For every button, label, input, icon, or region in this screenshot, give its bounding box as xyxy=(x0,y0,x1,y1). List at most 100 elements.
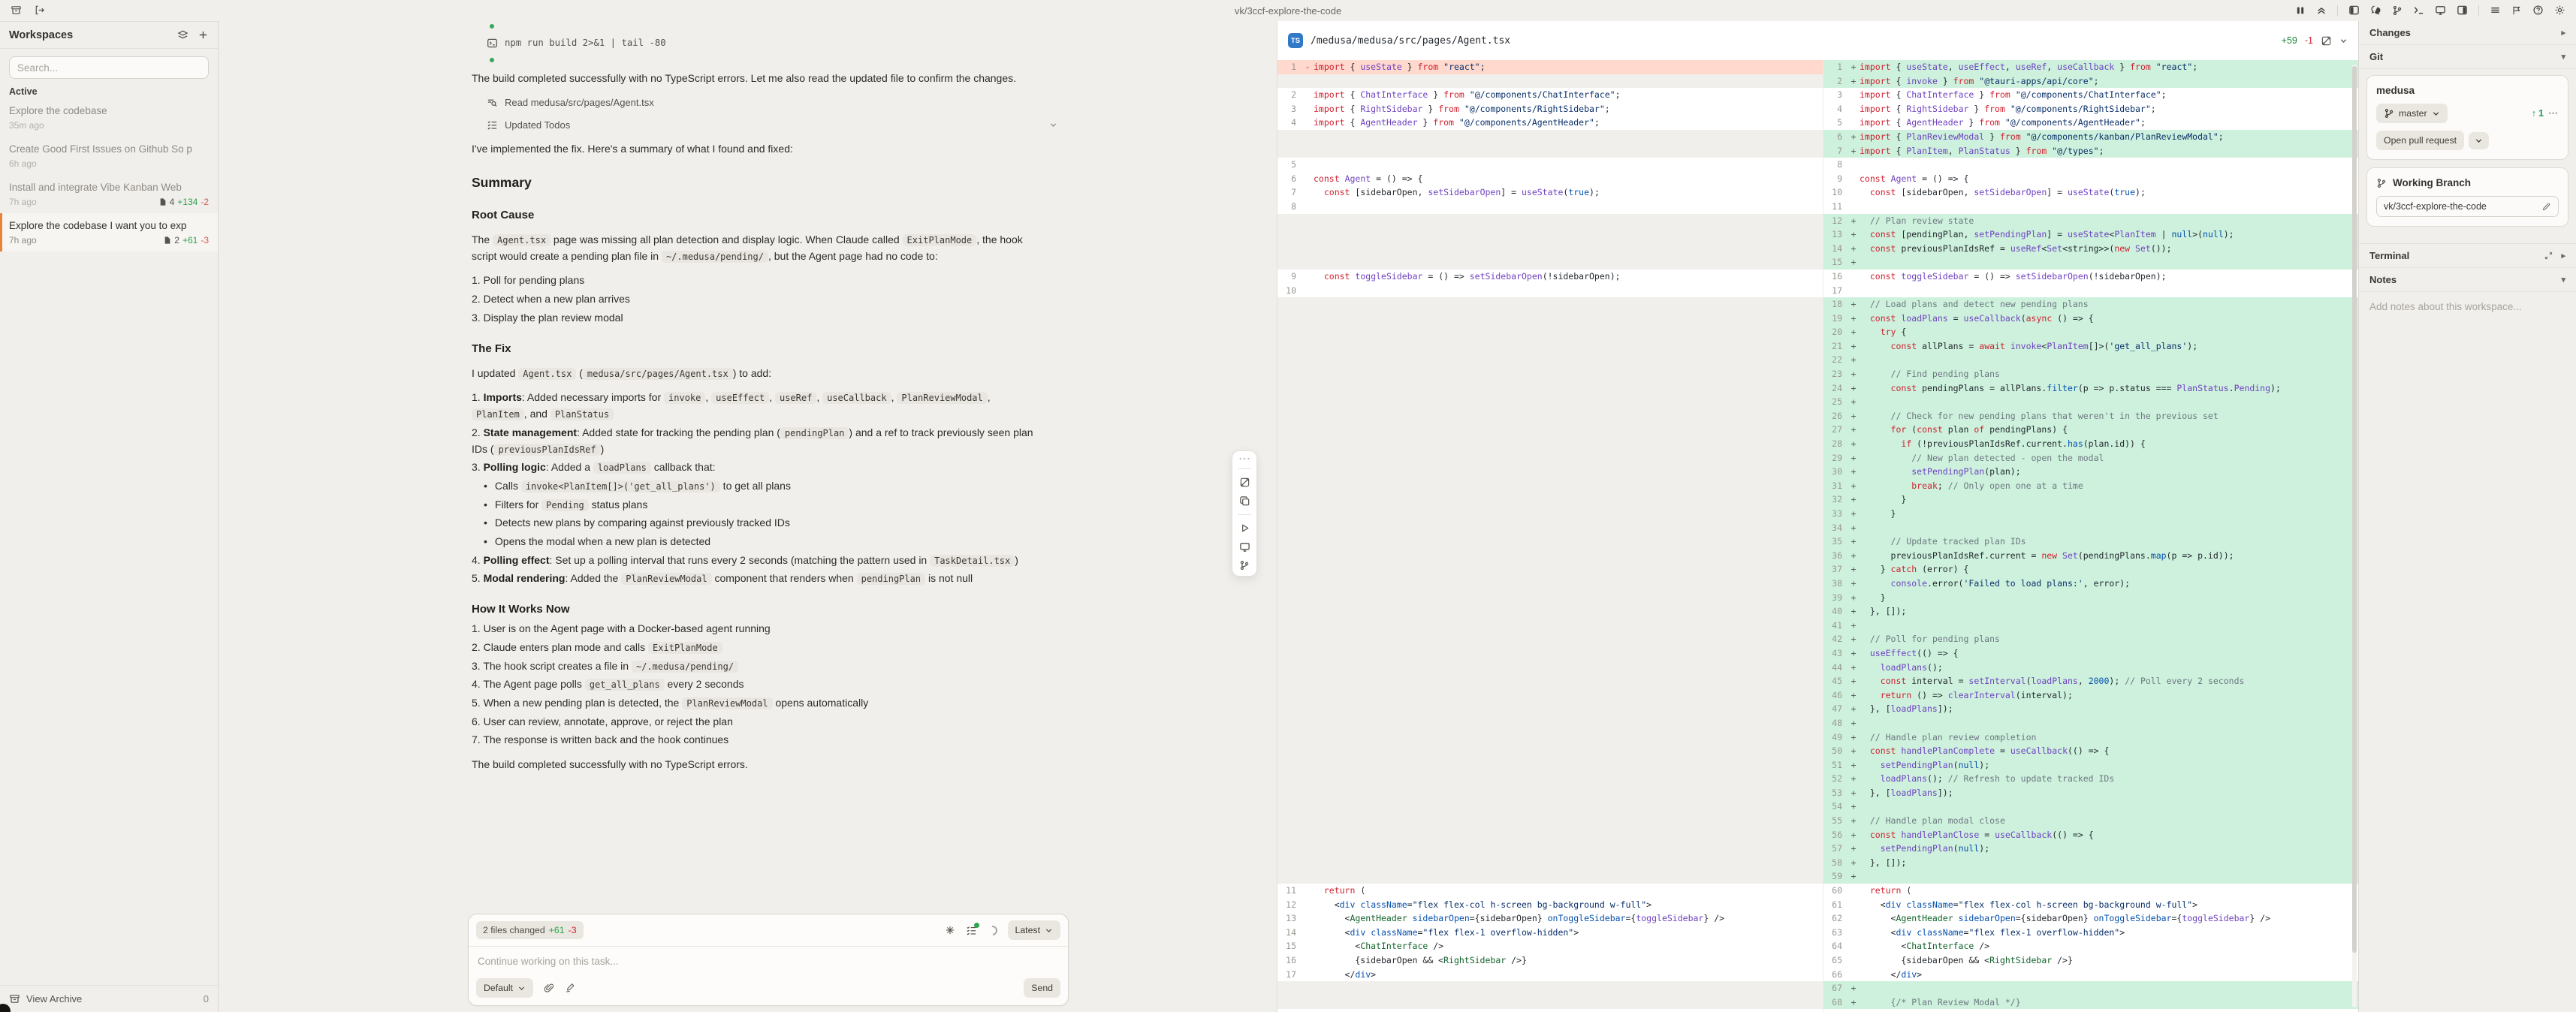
archive-icon[interactable] xyxy=(11,5,22,16)
chat-heading: Root Cause xyxy=(472,206,1072,224)
diff-filler-row xyxy=(1277,297,1823,312)
latest-dropdown[interactable]: Latest xyxy=(1008,920,1061,940)
workspace-time: 6h ago xyxy=(9,158,37,169)
chevron-down-icon[interactable] xyxy=(1049,121,1057,129)
pause-icon[interactable] xyxy=(2295,5,2306,16)
line-number: 53 xyxy=(1823,786,1848,800)
chat-bubbles-icon[interactable] xyxy=(2370,5,2381,16)
scrollbar-thumb[interactable] xyxy=(2352,66,2357,953)
terminal-icon[interactable] xyxy=(2413,5,2424,16)
section-git[interactable]: Git ▾ xyxy=(2359,45,2576,69)
section-changes[interactable]: Changes ▸ xyxy=(2359,21,2576,45)
diff-view-icon[interactable] xyxy=(2321,35,2332,47)
diff-code-row: 24+ const pendingPlans = allPlans.filter… xyxy=(1823,381,2358,396)
diff-code-row: 44+ loadPlans(); xyxy=(1823,661,2358,675)
scrollbar[interactable] xyxy=(2352,65,2357,1007)
diff-code-row: 55+ // Handle plan modal close xyxy=(1823,814,2358,828)
line-number: 13 xyxy=(1277,911,1302,926)
notes-input[interactable]: Add notes about this workspace... xyxy=(2359,292,2576,321)
tool-call-row[interactable]: Updated Todos xyxy=(472,118,1057,133)
diff-filler-row xyxy=(1277,688,1823,703)
diff-sign: + xyxy=(1848,869,1860,884)
expand-icon[interactable] xyxy=(2544,251,2553,261)
workspace-item[interactable]: Create Good First Issues on Github So p6… xyxy=(0,137,218,175)
panel-left-icon[interactable] xyxy=(2348,5,2360,16)
chevron-down-icon[interactable] xyxy=(2339,37,2348,45)
add-workspace-button[interactable] xyxy=(198,29,209,41)
workspace-item[interactable]: Explore the codebase I want you to exp7h… xyxy=(0,213,218,251)
chat-paragraph: The build completed successfully with no… xyxy=(472,71,1033,87)
menu-icon[interactable] xyxy=(2490,5,2501,16)
send-button[interactable]: Send xyxy=(1024,978,1060,998)
panel-right-icon[interactable] xyxy=(2457,5,2468,16)
diff-filler-row xyxy=(1277,479,1823,493)
diff-sign xyxy=(1302,926,1314,940)
message-input[interactable] xyxy=(478,956,1059,967)
code-text xyxy=(1860,800,2358,814)
diff-code-row: 4import { AgentHeader } from "@/componen… xyxy=(1277,116,1823,130)
git-branch-icon[interactable] xyxy=(1239,560,1250,571)
drag-dots-icon[interactable] xyxy=(1238,456,1251,461)
workspace-stats: 4+134-2 xyxy=(159,197,209,207)
inline-code: useRef xyxy=(775,392,816,404)
chat-scroll-area[interactable]: npm run build 2>&1 | tail -80 The build c… xyxy=(219,21,1277,902)
sparkle-icon[interactable] xyxy=(945,925,955,935)
help-icon[interactable] xyxy=(2532,5,2544,16)
search-input[interactable] xyxy=(9,56,209,79)
attach-icon[interactable] xyxy=(544,983,554,993)
pen-icon[interactable] xyxy=(565,983,575,993)
line-number: 1 xyxy=(1277,60,1302,74)
section-notes[interactable]: Notes ▾ xyxy=(2359,268,2576,292)
floating-toolbar xyxy=(1232,450,1257,577)
file-path: /medusa/medusa/src/pages/Agent.tsx xyxy=(1311,35,1510,47)
diff-filler-row xyxy=(1277,577,1823,591)
code-text: const [sidebarOpen, setSidebarOpen] = us… xyxy=(1860,185,2358,200)
diff-icon[interactable] xyxy=(1239,477,1250,488)
view-archive-button[interactable]: View Archive 0 xyxy=(0,985,218,1012)
list-item: 2. State management: Added state for tra… xyxy=(472,425,1042,457)
code-text: // Handle plan modal close xyxy=(1860,814,2358,828)
tool-call-row[interactable]: npm run build 2>&1 | tail -80 xyxy=(472,36,1057,50)
code-text: } catch (error) { xyxy=(1860,562,2358,577)
typescript-file-icon: TS xyxy=(1288,33,1303,48)
diff-sign xyxy=(1848,911,1860,926)
mode-dropdown[interactable]: Default xyxy=(476,978,533,998)
diff-sign: + xyxy=(1848,144,1860,158)
monitor-icon[interactable] xyxy=(1239,541,1250,553)
play-icon[interactable] xyxy=(1239,523,1250,534)
pencil-icon[interactable] xyxy=(2541,202,2551,212)
open-pr-button[interactable]: Open pull request xyxy=(2376,131,2464,150)
git-branch-icon xyxy=(2384,108,2394,119)
diff-code-row: 45+ const interval = setInterval(loadPla… xyxy=(1823,674,2358,688)
workspace-item[interactable]: Explore the codebase35m ago xyxy=(0,98,218,137)
flag-icon[interactable] xyxy=(2511,5,2522,16)
diff-code-row: 9 const toggleSidebar = () => setSidebar… xyxy=(1277,270,1823,284)
diff-filler-row xyxy=(1277,856,1823,870)
diff-filler-row xyxy=(1277,465,1823,479)
todos-status-icon[interactable] xyxy=(966,925,977,936)
tool-call-row[interactable]: Read medusa/src/pages/Agent.tsx xyxy=(472,95,1057,110)
sign-out-icon[interactable] xyxy=(34,5,45,16)
monitor-icon[interactable] xyxy=(2435,5,2446,16)
more-options-icon[interactable]: ⋯ xyxy=(2548,107,2559,119)
code-text: // Load plans and detect new pending pla… xyxy=(1860,297,2358,312)
pr-dropdown[interactable] xyxy=(2469,132,2489,149)
copy-icon[interactable] xyxy=(1239,495,1250,507)
diff-sign: + xyxy=(1848,214,1860,228)
git-branch-icon[interactable] xyxy=(2392,5,2403,16)
section-terminal[interactable]: Terminal ▸ xyxy=(2359,244,2576,268)
diff-code-row: 12 <div className="flex flex-col h-scree… xyxy=(1277,898,1823,912)
diff-sign: + xyxy=(1848,353,1860,367)
gear-icon[interactable] xyxy=(2554,5,2565,16)
branch-selector[interactable]: master xyxy=(2376,104,2448,123)
workspace-item[interactable]: Install and integrate Vibe Kanban Web7h … xyxy=(0,175,218,213)
collapse-up-icon[interactable] xyxy=(2316,5,2327,16)
diff-code-row: 9const Agent = () => { xyxy=(1823,172,2358,186)
diff-sign: + xyxy=(1848,130,1860,144)
working-branch-input[interactable]: vk/3ccf-explore-the-code xyxy=(2376,196,2559,217)
layers-icon[interactable] xyxy=(177,29,189,41)
files-changed-badge[interactable]: 2 files changed +61 -3 xyxy=(476,921,584,939)
diff-panel: TS /medusa/medusa/src/pages/Agent.tsx +5… xyxy=(1277,21,2358,1012)
timeline-dot xyxy=(490,24,494,29)
line-number: 16 xyxy=(1277,953,1302,968)
